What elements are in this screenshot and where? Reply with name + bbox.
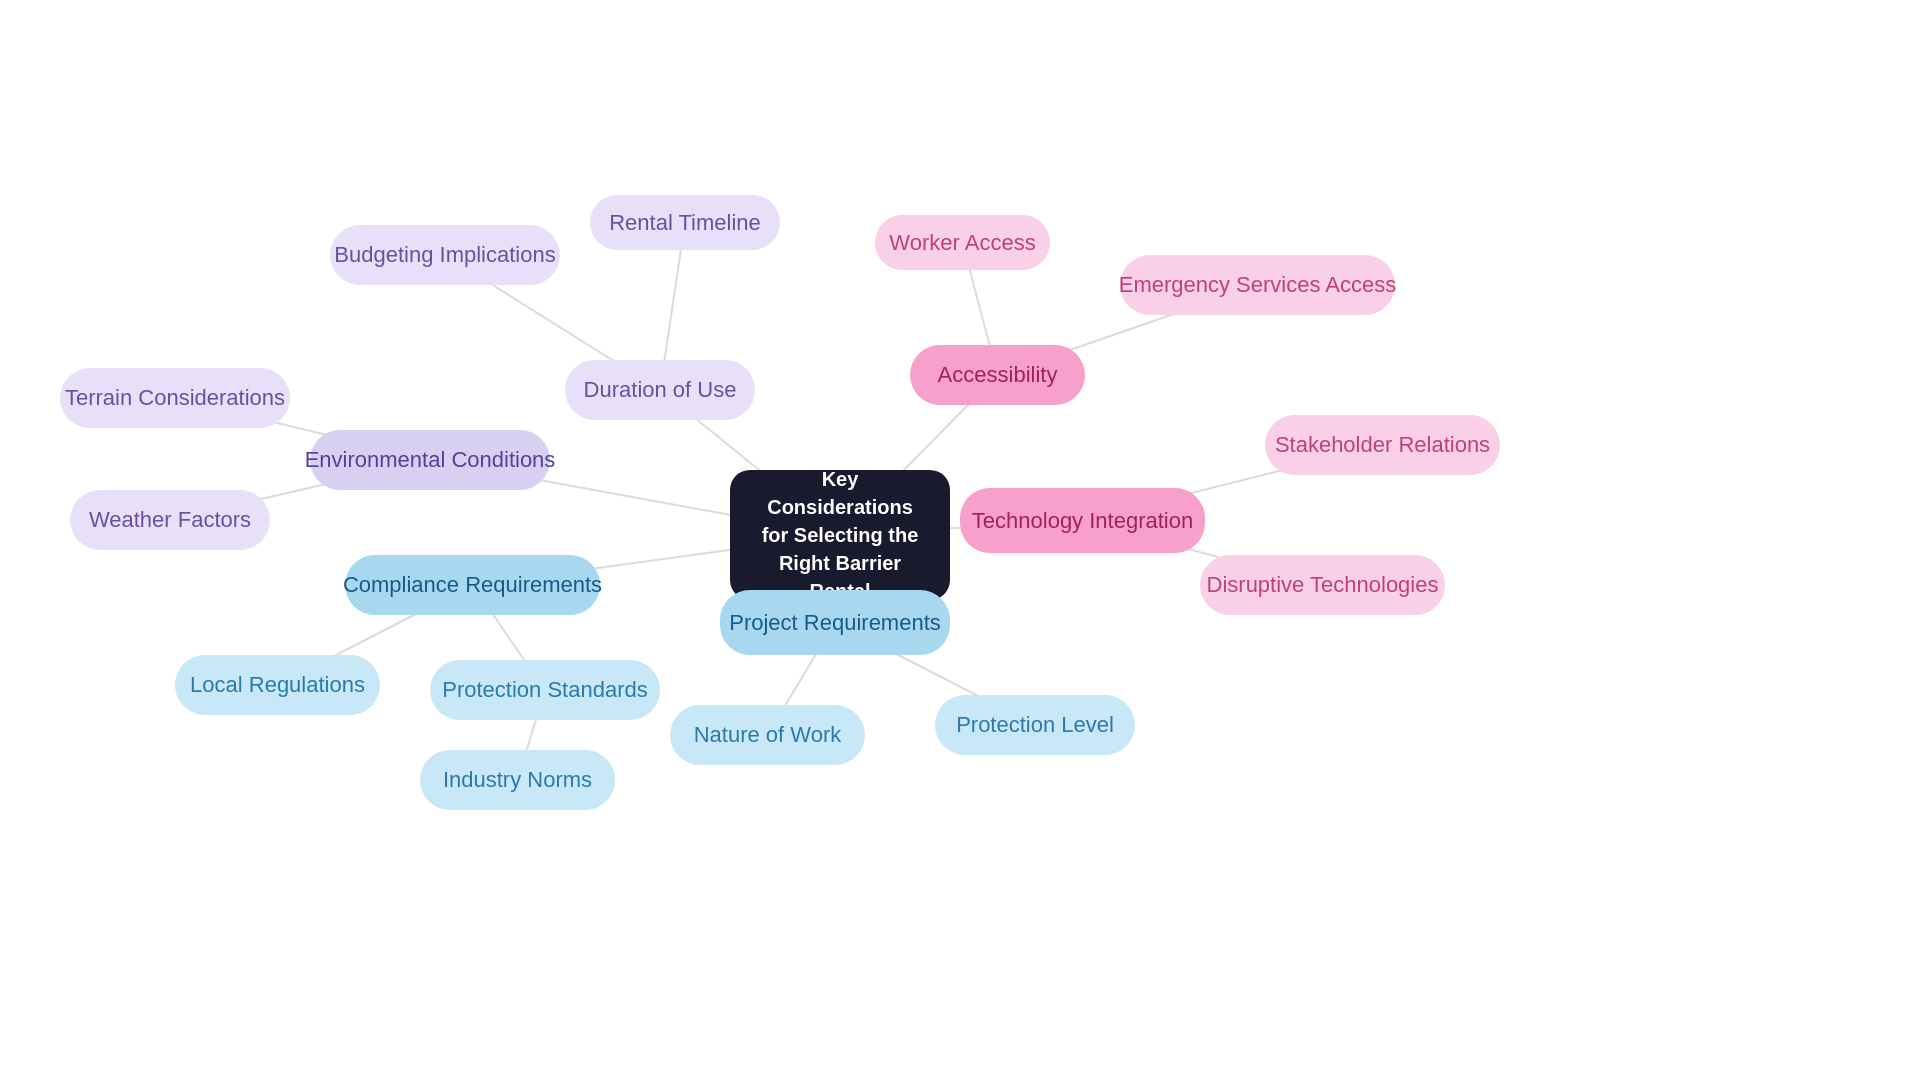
node-env-conditions: Environmental Conditions xyxy=(310,430,550,490)
node-worker-access: Worker Access xyxy=(875,215,1050,270)
node-terrain: Terrain Considerations xyxy=(60,368,290,428)
node-nature-work: Nature of Work xyxy=(670,705,865,765)
node-protection-standards: Protection Standards xyxy=(430,660,660,720)
node-protection-level: Protection Level xyxy=(935,695,1135,755)
node-project-reqs: Project Requirements xyxy=(720,590,950,655)
mind-map-container: Key Considerations for Selecting the Rig… xyxy=(0,0,1920,1083)
node-stakeholder: Stakeholder Relations xyxy=(1265,415,1500,475)
node-emergency-access: Emergency Services Access xyxy=(1120,255,1395,315)
node-center: Key Considerations for Selecting the Rig… xyxy=(730,470,950,600)
node-compliance: Compliance Requirements xyxy=(345,555,600,615)
node-disruptive: Disruptive Technologies xyxy=(1200,555,1445,615)
node-local-regs: Local Regulations xyxy=(175,655,380,715)
node-industry-norms: Industry Norms xyxy=(420,750,615,810)
connections-svg xyxy=(0,0,1920,1083)
node-tech-integration: Technology Integration xyxy=(960,488,1205,553)
node-accessibility: Accessibility xyxy=(910,345,1085,405)
node-budgeting: Budgeting Implications xyxy=(330,225,560,285)
node-weather: Weather Factors xyxy=(70,490,270,550)
node-rental-timeline: Rental Timeline xyxy=(590,195,780,250)
node-duration: Duration of Use xyxy=(565,360,755,420)
